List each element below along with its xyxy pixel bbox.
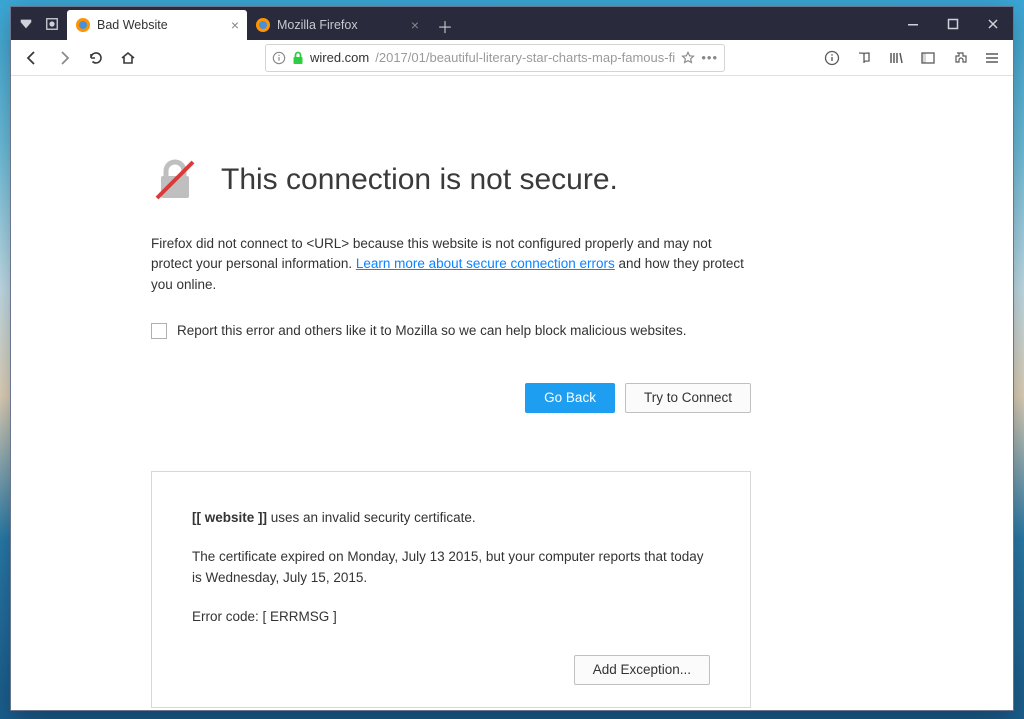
report-error-label: Report this error and others like it to … bbox=[177, 323, 686, 338]
try-to-connect-button[interactable]: Try to Connect bbox=[625, 383, 751, 413]
reader-mode-icon[interactable] bbox=[849, 43, 879, 73]
reload-button[interactable] bbox=[81, 43, 111, 73]
extension-icon[interactable] bbox=[41, 13, 63, 35]
url-host: wired.com bbox=[310, 50, 369, 65]
minimize-button[interactable] bbox=[893, 7, 933, 40]
tab-strip: Bad Website × Mozilla Firefox × ＋ bbox=[67, 7, 893, 40]
system-tray-icons bbox=[11, 7, 67, 40]
firefox-favicon-icon bbox=[75, 17, 91, 33]
tab-mozilla-firefox[interactable]: Mozilla Firefox × bbox=[247, 10, 427, 40]
cert-invalid-line: [[ website ]] uses an invalid security c… bbox=[192, 508, 710, 529]
certificate-details-box: [[ website ]] uses an invalid security c… bbox=[151, 471, 751, 709]
error-code-line: Error code: [ ERRMSG ] bbox=[192, 607, 710, 628]
extension-toolbar-icon[interactable] bbox=[945, 43, 975, 73]
library-icon[interactable] bbox=[881, 43, 911, 73]
titlebar: Bad Website × Mozilla Firefox × ＋ bbox=[11, 7, 1013, 40]
window-controls bbox=[893, 7, 1013, 40]
url-path: /2017/01/beautiful-literary-star-charts-… bbox=[375, 50, 675, 65]
go-back-button[interactable]: Go Back bbox=[525, 383, 615, 413]
back-button[interactable] bbox=[17, 43, 47, 73]
new-tab-button[interactable]: ＋ bbox=[431, 12, 459, 40]
close-window-button[interactable] bbox=[973, 7, 1013, 40]
toolbar: wired.com/2017/01/beautiful-literary-sta… bbox=[11, 40, 1013, 76]
learn-more-link[interactable]: Learn more about secure connection error… bbox=[356, 256, 615, 271]
info-icon[interactable] bbox=[272, 51, 286, 65]
page-content: This connection is not secure. Firefox d… bbox=[11, 76, 1013, 710]
insecure-lock-icon bbox=[151, 156, 199, 204]
sidebar-icon[interactable] bbox=[913, 43, 943, 73]
home-button[interactable] bbox=[113, 43, 143, 73]
report-error-row: Report this error and others like it to … bbox=[151, 323, 913, 339]
close-tab-icon[interactable]: × bbox=[411, 17, 419, 33]
close-tab-icon[interactable]: × bbox=[231, 17, 239, 33]
pocket-icon[interactable] bbox=[15, 13, 37, 35]
lock-icon[interactable] bbox=[292, 51, 304, 65]
tab-label: Bad Website bbox=[97, 18, 168, 32]
warning-body: Firefox did not connect to <URL> because… bbox=[151, 234, 751, 295]
add-exception-button[interactable]: Add Exception... bbox=[574, 655, 710, 685]
bookmark-star-icon[interactable] bbox=[681, 51, 695, 65]
report-error-checkbox[interactable] bbox=[151, 323, 167, 339]
tab-bad-website[interactable]: Bad Website × bbox=[67, 10, 247, 40]
action-buttons: Go Back Try to Connect bbox=[151, 383, 751, 413]
url-bar[interactable]: wired.com/2017/01/beautiful-literary-sta… bbox=[265, 44, 725, 72]
page-actions-icon[interactable]: ••• bbox=[701, 50, 718, 65]
forward-button[interactable] bbox=[49, 43, 79, 73]
browser-window: Bad Website × Mozilla Firefox × ＋ bbox=[10, 6, 1014, 711]
firefox-favicon-icon bbox=[255, 17, 271, 33]
tab-label: Mozilla Firefox bbox=[277, 18, 358, 32]
cert-invalid-text: uses an invalid security certificate. bbox=[267, 510, 476, 525]
page-heading: This connection is not secure. bbox=[221, 163, 618, 197]
site-placeholder: [[ website ]] bbox=[192, 510, 267, 525]
tracking-protection-icon[interactable] bbox=[817, 43, 847, 73]
cert-expired-line: The certificate expired on Monday, July … bbox=[192, 547, 710, 589]
maximize-button[interactable] bbox=[933, 7, 973, 40]
hamburger-menu-icon[interactable] bbox=[977, 43, 1007, 73]
